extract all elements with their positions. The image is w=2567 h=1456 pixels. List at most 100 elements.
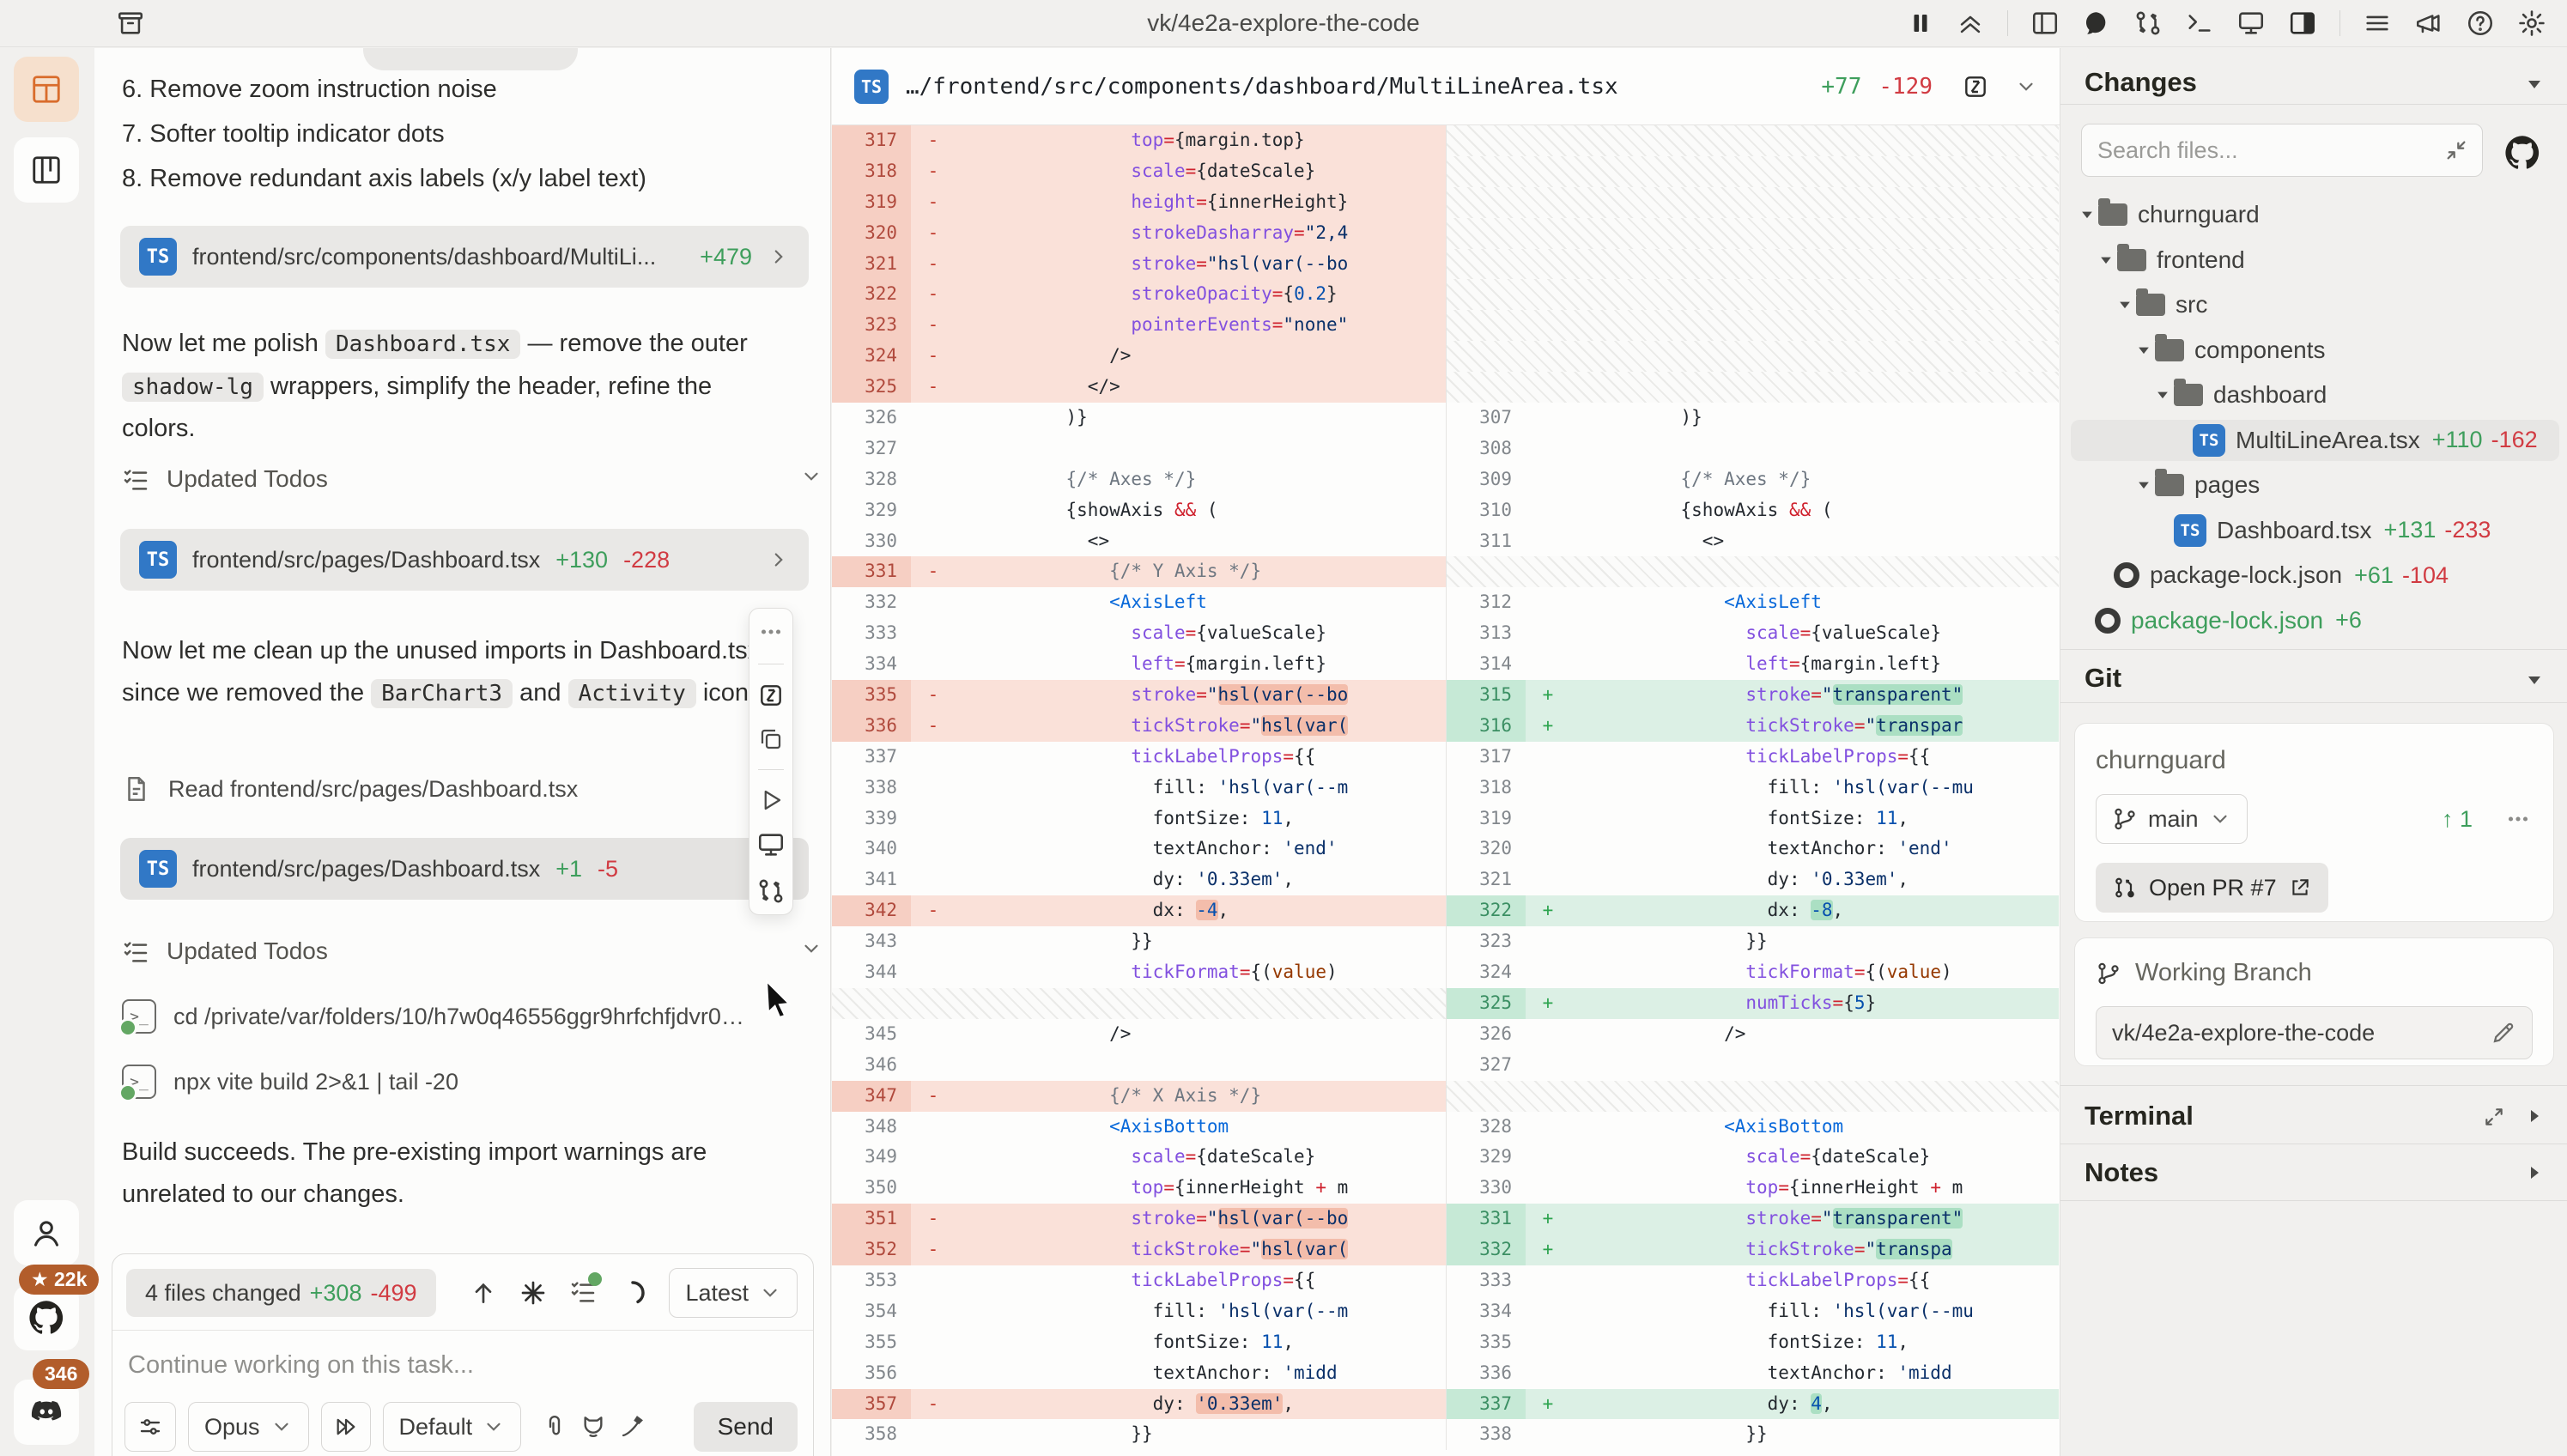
diff-code-line[interactable]: 324 tickFormat={(value) [1447, 957, 2059, 988]
tree-item-dashboard[interactable]: dashboard [2060, 373, 2567, 418]
diff-code-line[interactable]: 318- scale={dateScale} [832, 156, 1447, 187]
diff-code-line[interactable]: 333 scale={valueScale} [832, 618, 1447, 649]
diff-code-line[interactable]: 337 tickLabelProps={{ [832, 742, 1447, 773]
shell-command-row[interactable]: >_ cd /private/var/folders/10/h7w0q46556… [122, 999, 744, 1034]
diff-code-line[interactable]: 354 fill: 'hsl(var(--m [832, 1296, 1447, 1327]
checklist-status-icon[interactable] [569, 1277, 597, 1305]
diff-code-line[interactable]: 349 scale={dateScale} [832, 1142, 1447, 1173]
diff-code-line[interactable]: 325+ numTicks={5} [1447, 988, 2059, 1019]
diff-code-line[interactable]: 341 dy: '0.33em', [832, 864, 1447, 895]
panel-right-icon[interactable] [2288, 9, 2317, 38]
diff-code-line[interactable]: 340 textAnchor: 'end' [832, 834, 1447, 864]
git-compare-icon[interactable] [2133, 9, 2163, 38]
pen-icon[interactable] [619, 1414, 645, 1440]
message-input[interactable]: Continue working on this task... [112, 1331, 813, 1380]
fast-forward-button[interactable] [321, 1402, 371, 1452]
mode-selector[interactable]: Default [383, 1402, 522, 1452]
diff-code-line[interactable]: 309 {/* Axes */} [1447, 464, 2059, 495]
diff-code-line[interactable]: 346 [832, 1050, 1447, 1081]
diff-code-line[interactable]: 311 <> [1447, 526, 2059, 557]
caret-down-icon[interactable] [2133, 342, 2155, 359]
diff-code-line[interactable]: 338 fill: 'hsl(var(--m [832, 773, 1447, 804]
diff-code-line[interactable]: 315+ stroke="transparent" [1447, 680, 2059, 711]
diff-code-line[interactable]: 334 left={margin.left} [832, 649, 1447, 680]
spark-icon[interactable] [519, 1279, 547, 1307]
diff-code-line[interactable]: 356 textAnchor: 'midd [832, 1358, 1447, 1389]
diff-code-line[interactable]: 317- top={margin.top} [832, 125, 1447, 156]
github-button[interactable] [14, 1285, 79, 1350]
terminal-icon[interactable] [2185, 9, 2214, 38]
caret-down-icon[interactable] [2151, 386, 2174, 403]
run-icon[interactable] [758, 787, 784, 813]
diff-code-line[interactable]: 322+ dx: -8, [1447, 895, 2059, 926]
archive-icon[interactable] [116, 9, 145, 38]
chevron-down-icon[interactable] [800, 937, 822, 960]
diff-code-line[interactable]: 310 {showAxis && ( [1447, 495, 2059, 526]
diff-code-line[interactable]: 312 <AxisLeft [1447, 587, 2059, 618]
diff-code-line[interactable]: 325- </> [832, 372, 1447, 403]
pause-icon[interactable] [1908, 10, 1933, 36]
diff-code-line[interactable]: 320 textAnchor: 'end' [1447, 834, 2059, 864]
branch-selector[interactable]: main [2096, 794, 2248, 844]
diff-code-line[interactable]: 345 /> [832, 1019, 1447, 1050]
diff-body[interactable]: 317- top={margin.top}318- scale={dateSca… [832, 125, 2060, 1456]
chevron-down-icon[interactable] [800, 465, 822, 488]
diff-code-line[interactable]: 338 }} [1447, 1419, 2059, 1450]
tree-item-churnguard[interactable]: churnguard [2060, 192, 2567, 238]
diff-code-line[interactable]: 339 fontSize: 11, [832, 804, 1447, 834]
diff-code-line[interactable]: 314 left={margin.left} [1447, 649, 2059, 680]
tree-item-components[interactable]: components [2060, 328, 2567, 373]
working-branch-field[interactable]: vk/4e2a-explore-the-code [2096, 1006, 2533, 1059]
git-compare-icon[interactable] [756, 877, 786, 906]
diff-code-line[interactable]: 329 {showAxis && ( [832, 495, 1447, 526]
upload-icon[interactable] [470, 1279, 497, 1307]
diff-code-line[interactable]: 323- pointerEvents="none" [832, 310, 1447, 341]
diff-code-line[interactable]: 316+ tickStroke="transpar [1447, 711, 2059, 742]
diff-code-line[interactable]: 323 }} [1447, 926, 2059, 957]
diff-code-line[interactable]: 357- dy: '0.33em', [832, 1389, 1447, 1420]
tree-item-src[interactable]: src [2060, 282, 2567, 328]
diff-code-line[interactable]: 321- stroke="hsl(var(--bo [832, 249, 1447, 280]
diff-code-line[interactable]: 350 top={innerHeight + m [832, 1173, 1447, 1204]
monitor-icon[interactable] [756, 830, 786, 859]
diff-code-line[interactable]: 336- tickStroke="hsl(var( [832, 711, 1447, 742]
diff-code-line[interactable]: 322- strokeOpacity={0.2} [832, 279, 1447, 310]
more-options-icon[interactable] [2503, 804, 2533, 834]
diff-code-line[interactable]: 344 tickFormat={(value) [832, 957, 1447, 988]
diff-code-line[interactable]: 333 tickLabelProps={{ [1447, 1265, 2059, 1296]
diff-code-line[interactable]: 352- tickStroke="hsl(var( [832, 1235, 1447, 1265]
copy-icon[interactable] [758, 726, 784, 752]
diff-code-line[interactable]: 332+ tickStroke="transpa [1447, 1235, 2059, 1265]
caret-down-icon[interactable] [2114, 296, 2136, 313]
diff-code-line[interactable]: 313 scale={valueScale} [1447, 618, 2059, 649]
account-button[interactable] [14, 1200, 79, 1265]
file-change-chip[interactable]: TS frontend/src/components/dashboard/Mul… [120, 226, 809, 288]
diff-code-line[interactable]: 317 tickLabelProps={{ [1447, 742, 2059, 773]
files-changed-chip[interactable]: 4 files changed +308 -499 [126, 1269, 436, 1317]
diff-code-line[interactable]: 355 fontSize: 11, [832, 1327, 1447, 1358]
diff-icon[interactable] [757, 682, 785, 709]
megaphone-icon[interactable] [2414, 9, 2443, 38]
collapse-section-icon[interactable] [2524, 670, 2545, 690]
menu-icon[interactable] [2363, 9, 2392, 38]
discord-button[interactable] [14, 1380, 79, 1445]
read-file-row[interactable]: Read frontend/src/pages/Dashboard.tsx [122, 774, 578, 804]
expand-section-icon[interactable] [2524, 1162, 2545, 1183]
more-options-icon[interactable] [756, 617, 786, 646]
diff-code-line[interactable]: 318 fill: 'hsl(var(--mu [1447, 773, 2059, 804]
gear-icon[interactable] [2517, 9, 2546, 38]
diff-code-line[interactable]: 319 fontSize: 11, [1447, 804, 2059, 834]
updated-todos-row[interactable]: Updated Todos [122, 937, 809, 965]
diff-code-line[interactable]: 331+ stroke="transparent" [1447, 1204, 2059, 1235]
diff-code-line[interactable]: 328 {/* Axes */} [832, 464, 1447, 495]
diff-code-line[interactable]: 343 }} [832, 926, 1447, 957]
version-selector[interactable]: Latest [669, 1268, 798, 1318]
diff-code-line[interactable]: 358 }} [832, 1419, 1447, 1450]
cat-icon[interactable] [580, 1413, 607, 1441]
updated-todos-row[interactable]: Updated Todos [122, 465, 809, 493]
diff-code-line[interactable]: 324- /> [832, 341, 1447, 372]
caret-down-icon[interactable] [2133, 476, 2155, 494]
pencil-icon[interactable] [2491, 1020, 2516, 1046]
diff-code-line[interactable]: 335- stroke="hsl(var(--bo [832, 680, 1447, 711]
collapse-section-icon[interactable] [2524, 74, 2545, 94]
